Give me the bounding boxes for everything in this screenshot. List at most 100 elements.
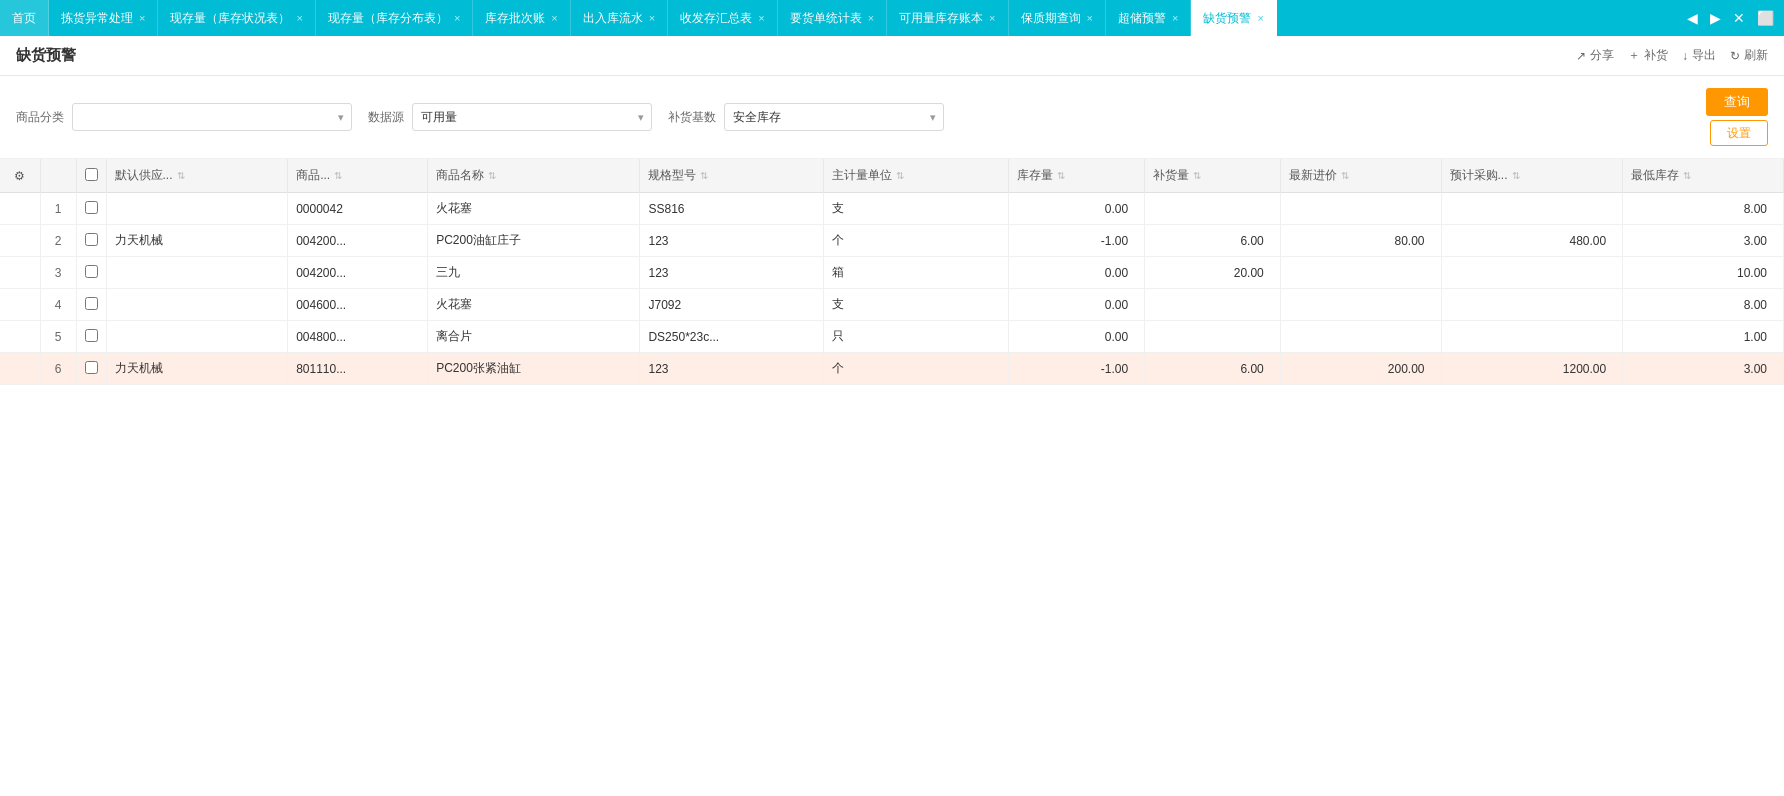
cell-product-code: 004200... bbox=[288, 257, 428, 289]
row-checkbox-cell bbox=[76, 257, 106, 289]
nav-prev-btn[interactable]: ◀ bbox=[1681, 0, 1704, 36]
column-product-code[interactable]: 商品...⇅ bbox=[288, 159, 428, 193]
nav-tab-4[interactable]: 库存批次账× bbox=[473, 0, 570, 36]
cell-stock: 0.00 bbox=[1009, 257, 1145, 289]
share-icon: ↗ bbox=[1576, 49, 1586, 63]
row-num: 2 bbox=[40, 225, 76, 257]
cell-latest-price bbox=[1280, 321, 1441, 353]
cell-unit: 支 bbox=[823, 193, 1009, 225]
cell-spec: DS250*23c... bbox=[640, 321, 823, 353]
gear-icon[interactable]: ⚙ bbox=[14, 169, 25, 183]
cell-replenish bbox=[1145, 321, 1281, 353]
cell-replenish: 20.00 bbox=[1145, 257, 1281, 289]
nav-tab-7[interactable]: 要货单统计表× bbox=[778, 0, 887, 36]
query-button[interactable]: 查询 bbox=[1706, 88, 1768, 116]
replenish-btn[interactable]: ＋ 补货 bbox=[1628, 47, 1668, 64]
column-replenish[interactable]: 补货量⇅ bbox=[1145, 159, 1281, 193]
tab-close-btn-1[interactable]: × bbox=[139, 12, 145, 24]
cell-stock: 0.00 bbox=[1009, 193, 1145, 225]
nav-tab-0[interactable]: 首页 bbox=[0, 0, 49, 36]
cell-est-purchase bbox=[1441, 257, 1623, 289]
cell-latest-price bbox=[1280, 257, 1441, 289]
share-btn[interactable]: ↗ 分享 bbox=[1576, 47, 1614, 64]
nav-tab-11[interactable]: 缺货预警× bbox=[1191, 0, 1276, 36]
column-stock[interactable]: 库存量⇅ bbox=[1009, 159, 1145, 193]
row-num: 5 bbox=[40, 321, 76, 353]
cell-min-stock: 1.00 bbox=[1623, 321, 1784, 353]
filter-actions: 查询 设置 bbox=[1706, 88, 1768, 146]
refresh-btn[interactable]: ↻ 刷新 bbox=[1730, 47, 1768, 64]
table-row: 5004800...离合片DS250*23c...只0.001.00 bbox=[0, 321, 1784, 353]
column-checkbox bbox=[76, 159, 106, 193]
row-checkbox[interactable] bbox=[85, 233, 98, 246]
category-label: 商品分类 bbox=[16, 109, 64, 126]
cell-stock: 0.00 bbox=[1009, 289, 1145, 321]
tab-close-btn-7[interactable]: × bbox=[868, 12, 874, 24]
tab-close-btn-3[interactable]: × bbox=[454, 12, 460, 24]
cell-replenish bbox=[1145, 289, 1281, 321]
nav-tab-6[interactable]: 收发存汇总表× bbox=[668, 0, 777, 36]
tab-close-btn-5[interactable]: × bbox=[649, 12, 655, 24]
nav-maximize-btn[interactable]: ⬜ bbox=[1751, 0, 1780, 36]
cell-replenish: 6.00 bbox=[1145, 353, 1281, 385]
datasource-select-wrapper: 可用量 bbox=[412, 103, 652, 131]
page-header: 缺货预警 ↗ 分享 ＋ 补货 ↓ 导出 ↻ 刷新 bbox=[0, 36, 1784, 76]
tab-close-btn-6[interactable]: × bbox=[758, 12, 764, 24]
cell-latest-price bbox=[1280, 193, 1441, 225]
column-min-stock[interactable]: 最低库存⇅ bbox=[1623, 159, 1784, 193]
nav-tab-8[interactable]: 可用量库存账本× bbox=[887, 0, 1008, 36]
cell-replenish bbox=[1145, 193, 1281, 225]
nav-tab-2[interactable]: 现存量（库存状况表）× bbox=[158, 0, 315, 36]
column-latest-price[interactable]: 最新进价⇅ bbox=[1280, 159, 1441, 193]
settings-button[interactable]: 设置 bbox=[1710, 120, 1768, 146]
row-checkbox[interactable] bbox=[85, 361, 98, 374]
nav-tab-9[interactable]: 保质期查询× bbox=[1009, 0, 1106, 36]
row-num: 3 bbox=[40, 257, 76, 289]
cell-spec: 123 bbox=[640, 353, 823, 385]
row-checkbox[interactable] bbox=[85, 297, 98, 310]
cell-unit: 只 bbox=[823, 321, 1009, 353]
column-settings-icon[interactable]: ⚙ bbox=[0, 159, 40, 193]
select-all-checkbox[interactable] bbox=[85, 168, 98, 181]
row-checkbox-cell bbox=[76, 225, 106, 257]
row-settings-cell bbox=[0, 321, 40, 353]
row-settings-cell bbox=[0, 193, 40, 225]
column-default-supplier[interactable]: 默认供应...⇅ bbox=[106, 159, 288, 193]
cell-product-name: 火花塞 bbox=[428, 289, 640, 321]
table-header-row: ⚙ 默认供应...⇅ 商品...⇅ 商品名称⇅ 规格型号⇅ 主计量单位⇅ 库存量… bbox=[0, 159, 1784, 193]
cell-product-code: 801110... bbox=[288, 353, 428, 385]
cell-unit: 支 bbox=[823, 289, 1009, 321]
tab-close-btn-2[interactable]: × bbox=[296, 12, 302, 24]
row-checkbox[interactable] bbox=[85, 329, 98, 342]
category-select[interactable] bbox=[72, 103, 352, 131]
tab-close-btn-11[interactable]: × bbox=[1257, 12, 1263, 24]
row-checkbox-cell bbox=[76, 289, 106, 321]
tab-close-btn-9[interactable]: × bbox=[1087, 12, 1093, 24]
row-checkbox[interactable] bbox=[85, 265, 98, 278]
cell-min-stock: 3.00 bbox=[1623, 225, 1784, 257]
nav-tab-10[interactable]: 超储预警× bbox=[1106, 0, 1191, 36]
nav-tab-5[interactable]: 出入库流水× bbox=[571, 0, 668, 36]
cell-spec: 123 bbox=[640, 257, 823, 289]
nav-next-btn[interactable]: ▶ bbox=[1704, 0, 1727, 36]
row-checkbox[interactable] bbox=[85, 201, 98, 214]
column-unit[interactable]: 主计量单位⇅ bbox=[823, 159, 1009, 193]
datasource-select[interactable]: 可用量 bbox=[412, 103, 652, 131]
row-settings-cell bbox=[0, 289, 40, 321]
cell-stock: 0.00 bbox=[1009, 321, 1145, 353]
tab-close-btn-4[interactable]: × bbox=[551, 12, 557, 24]
row-settings-cell bbox=[0, 353, 40, 385]
refresh-icon: ↻ bbox=[1730, 49, 1740, 63]
replenish-base-select[interactable]: 安全库存 bbox=[724, 103, 944, 131]
column-spec[interactable]: 规格型号⇅ bbox=[640, 159, 823, 193]
tab-close-btn-8[interactable]: × bbox=[989, 12, 995, 24]
nav-controls: ◀ ▶ ✕ ⬜ bbox=[1681, 0, 1784, 36]
column-product-name[interactable]: 商品名称⇅ bbox=[428, 159, 640, 193]
export-btn[interactable]: ↓ 导出 bbox=[1682, 47, 1716, 64]
cell-spec: J7092 bbox=[640, 289, 823, 321]
nav-tab-3[interactable]: 现存量（库存分布表）× bbox=[316, 0, 473, 36]
nav-close-btn[interactable]: ✕ bbox=[1727, 0, 1751, 36]
tab-close-btn-10[interactable]: × bbox=[1172, 12, 1178, 24]
nav-tab-1[interactable]: 拣货异常处理× bbox=[49, 0, 158, 36]
column-est-purchase[interactable]: 预计采购...⇅ bbox=[1441, 159, 1623, 193]
